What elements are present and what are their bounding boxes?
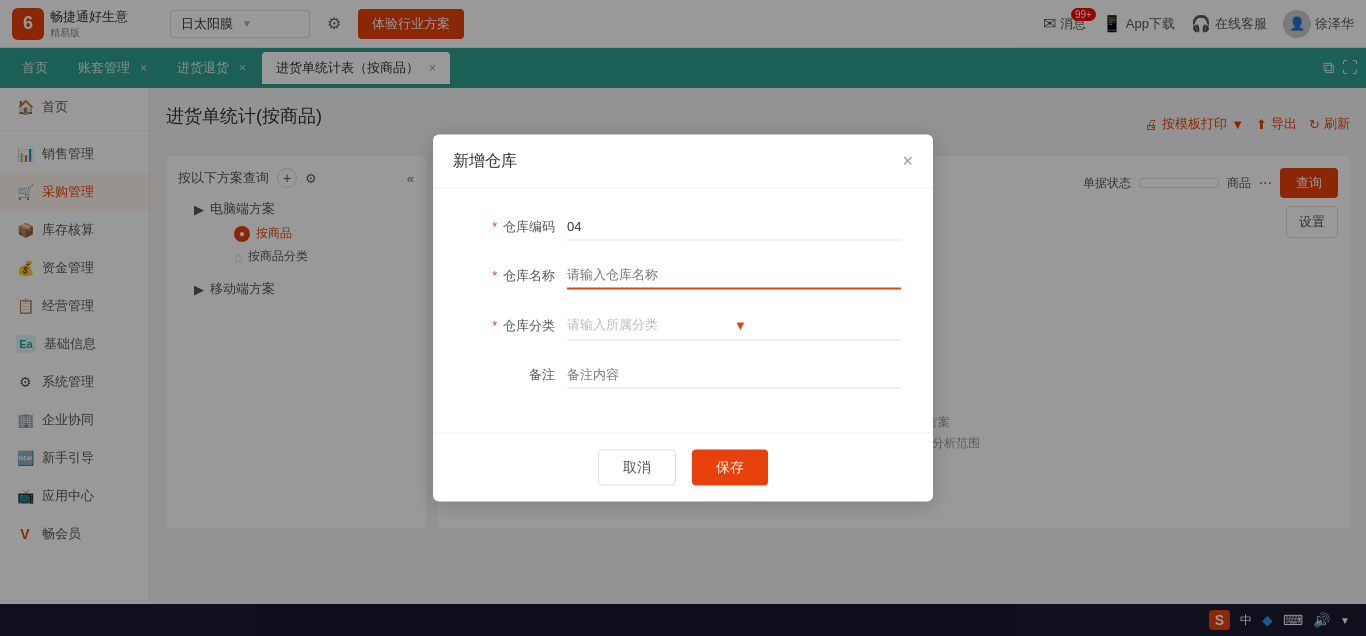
- warehouse-remark-input[interactable]: [567, 361, 901, 389]
- select-arrow-icon: ▼: [734, 317, 901, 332]
- modal-body: * 仓库编码 * 仓库名称 * 仓库分类 请输入所属分类 ▼: [433, 189, 933, 433]
- modal-close-button[interactable]: ×: [902, 151, 913, 172]
- warehouse-code-input[interactable]: [567, 213, 901, 241]
- warehouse-remark-row: * 备注: [465, 361, 901, 389]
- modal-header: 新增仓库 ×: [433, 135, 933, 189]
- warehouse-code-row: * 仓库编码: [465, 213, 901, 241]
- warehouse-category-select[interactable]: 请输入所属分类 ▼: [567, 310, 901, 341]
- warehouse-name-input[interactable]: [567, 261, 901, 290]
- modal-footer: 取消 保存: [433, 433, 933, 502]
- warehouse-name-row: * 仓库名称: [465, 261, 901, 290]
- save-button[interactable]: 保存: [692, 450, 768, 486]
- add-warehouse-modal: 新增仓库 × * 仓库编码 * 仓库名称 * 仓库分类 请输入: [433, 135, 933, 502]
- cancel-button[interactable]: 取消: [598, 450, 676, 486]
- warehouse-category-row: * 仓库分类 请输入所属分类 ▼: [465, 310, 901, 341]
- modal-title: 新增仓库: [453, 151, 517, 172]
